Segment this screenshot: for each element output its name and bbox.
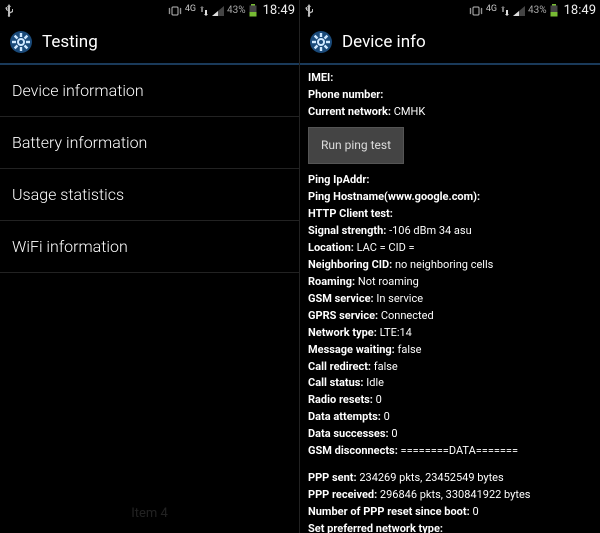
left-panel: 4G 43% 18:49 Testing Device infor xyxy=(0,0,300,533)
usb-icon xyxy=(4,4,14,18)
field-radio-resets: Radio resets: 0 xyxy=(308,392,592,408)
gear-icon xyxy=(308,29,334,55)
network-4g-icon: 4G xyxy=(185,4,196,14)
menu-device-information[interactable]: Device information xyxy=(0,65,299,117)
field-ping-ipaddr: Ping IpAddr: xyxy=(308,172,592,188)
menu-wifi-information[interactable]: WiFi information xyxy=(0,221,299,273)
field-phone-number: Phone number: xyxy=(308,87,592,103)
menu-battery-information[interactable]: Battery information xyxy=(0,117,299,169)
field-signal-strength: Signal strength: -106 dBm 34 asu xyxy=(308,223,592,239)
field-message-waiting: Message waiting: false xyxy=(308,342,592,358)
status-time: 18:49 xyxy=(263,3,295,18)
field-call-redirect: Call redirect: false xyxy=(308,359,592,375)
field-network-type: Network type: LTE:14 xyxy=(308,325,592,341)
field-http-client-test: HTTP Client test: xyxy=(308,206,592,222)
battery-percent: 43% xyxy=(227,5,246,16)
field-ppp-reset: Number of PPP reset since boot: 0 xyxy=(308,504,592,520)
field-current-network: Current network: CMHK xyxy=(308,104,592,120)
app-header-right: Device info xyxy=(300,21,600,65)
menu-usage-statistics[interactable]: Usage statistics xyxy=(0,169,299,221)
signal-icon xyxy=(513,6,525,16)
data-arrows-icon xyxy=(199,6,209,16)
status-bar-right: 4G 43% 18:49 xyxy=(300,0,600,21)
field-data-attempts: Data attempts: 0 xyxy=(308,409,592,425)
app-header-left: Testing xyxy=(0,21,299,65)
field-pref-network-label: Set preferred network type: xyxy=(308,521,592,533)
field-data-successes: Data successes: 0 xyxy=(308,426,592,442)
field-call-status: Call status: Idle xyxy=(308,375,592,391)
status-time: 18:49 xyxy=(564,3,596,18)
field-neighboring-cid: Neighboring CID: no neighboring cells xyxy=(308,257,592,273)
data-arrows-icon xyxy=(500,6,510,16)
status-bar-left: 4G 43% 18:49 xyxy=(0,0,299,21)
signal-icon xyxy=(212,6,224,16)
field-gsm-disconnects: GSM disconnects: ========DATA======= xyxy=(308,443,592,459)
page-title-right: Device info xyxy=(342,32,426,52)
gear-icon xyxy=(8,29,34,55)
field-ppp-received: PPP received: 296846 pkts, 330841922 byt… xyxy=(308,487,592,503)
field-roaming: Roaming: Not roaming xyxy=(308,274,592,290)
battery-percent: 43% xyxy=(528,5,547,16)
field-imei: IMEI: xyxy=(308,70,592,86)
usb-icon xyxy=(304,4,314,18)
network-4g-icon: 4G xyxy=(486,4,497,14)
vibrate-icon xyxy=(168,5,182,17)
field-ppp-sent: PPP sent: 234269 pkts, 23452549 bytes xyxy=(308,470,592,486)
detail-body: IMEI: Phone number: Current network: CMH… xyxy=(300,65,600,533)
field-ping-hostname: Ping Hostname(www.google.com): xyxy=(308,189,592,205)
right-panel: 4G 43% 18:49 Device info IMEI: xyxy=(300,0,600,533)
battery-icon xyxy=(249,4,257,17)
field-gprs-service: GPRS service: Connected xyxy=(308,308,592,324)
field-location: Location: LAC = CID = xyxy=(308,240,592,256)
menu-list: Device information Battery information U… xyxy=(0,65,299,273)
run-ping-test-button[interactable]: Run ping test xyxy=(308,127,404,164)
field-gsm-service: GSM service: In service xyxy=(308,291,592,307)
vibrate-icon xyxy=(469,5,483,17)
battery-icon xyxy=(550,4,558,17)
page-title-left: Testing xyxy=(42,32,98,52)
item-4-label: Item 4 xyxy=(119,502,180,525)
